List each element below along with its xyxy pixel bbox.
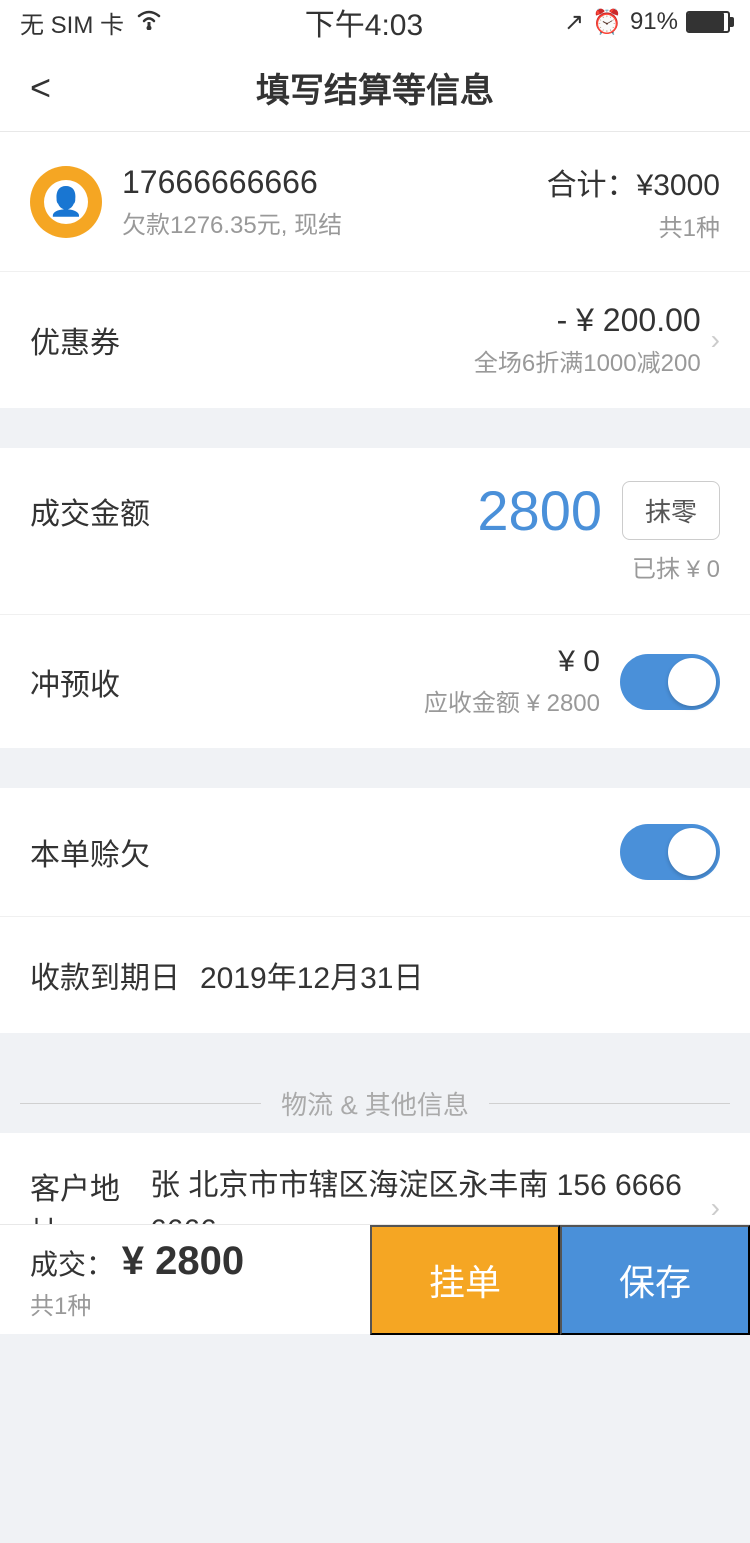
location-icon: ↗ <box>564 8 584 37</box>
person-icon: 👤 <box>49 185 84 218</box>
status-time: 下午4:03 <box>305 0 423 44</box>
round-button[interactable]: 抹零 <box>622 481 720 540</box>
duedate-label: 收款到期日 <box>30 953 180 997</box>
status-left: 无 SIM 卡 <box>20 5 164 40</box>
amount-label: 成交金额 <box>30 489 150 533</box>
section-separator-1 <box>0 428 750 448</box>
coupon-chevron-icon: › <box>711 324 720 356</box>
total-type: 共1种 <box>547 208 720 243</box>
divider-line-right <box>489 1103 730 1104</box>
duedate-row: 收款到期日 2019年12月31日 <box>30 953 720 997</box>
status-right: ↗ ⏰ 91% <box>564 8 730 37</box>
amount-sub: 已抹 ¥ 0 <box>30 549 720 584</box>
amount-right: 2800 抹零 <box>477 478 720 543</box>
coupon-discount: - ¥ 200.00 <box>474 302 701 339</box>
prepay-section: 冲预收 ¥ 0 应收金额 ¥ 2800 <box>0 614 750 748</box>
debit-label: 本单赊欠 <box>30 830 150 874</box>
wifi-icon <box>134 8 164 37</box>
toggle-knob <box>668 658 716 706</box>
save-button[interactable]: 保存 <box>560 1225 750 1335</box>
section-separator-3 <box>0 1053 750 1073</box>
footer-deal-label: 成交： <box>30 1249 114 1280</box>
no-sim-text: 无 SIM 卡 <box>20 5 124 40</box>
amount-row: 成交金额 2800 抹零 <box>30 478 720 543</box>
footer: 成交： ¥ 2800 共1种 挂单 保存 <box>0 1224 750 1334</box>
prepay-right: ¥ 0 应收金额 ¥ 2800 <box>424 645 720 718</box>
prepay-toggle[interactable] <box>620 654 720 710</box>
debit-card: 本单赊欠 收款到期日 2019年12月31日 <box>0 788 750 1033</box>
customer-total: 合计：¥3000 共1种 <box>547 160 720 243</box>
coupon-label: 优惠券 <box>30 318 474 362</box>
debit-row: 本单赊欠 <box>30 824 720 880</box>
prepay-sub: 应收金额 ¥ 2800 <box>424 683 600 718</box>
total-amount: 合计：¥3000 <box>547 160 720 204</box>
coupon-row[interactable]: 优惠券 - ¥ 200.00 全场6折满1000减200 › <box>0 271 750 408</box>
debit-toggle[interactable] <box>620 824 720 880</box>
amount-value: 2800 <box>477 478 602 543</box>
customer-card: 👤 17666666666 欠款1276.35元, 现结 合计：¥3000 共1… <box>0 132 750 408</box>
amount-card: 成交金额 2800 抹零 已抹 ¥ 0 冲预收 ¥ 0 应收金额 ¥ 2800 <box>0 448 750 748</box>
duedate-value: 2019年12月31日 <box>200 953 423 997</box>
customer-row: 👤 17666666666 欠款1276.35元, 现结 合计：¥3000 共1… <box>0 132 750 271</box>
nav-bar: < 填写结算等信息 <box>0 44 750 132</box>
prepay-label: 冲预收 <box>30 660 120 704</box>
back-button[interactable]: < <box>30 67 51 109</box>
avatar-icon: 👤 <box>44 180 88 224</box>
customer-sub: 欠款1276.35元, 现结 <box>122 205 547 240</box>
page-title: 填写结算等信息 <box>256 63 494 112</box>
avatar: 👤 <box>30 166 102 238</box>
battery-icon <box>686 11 730 33</box>
pending-button[interactable]: 挂单 <box>370 1225 560 1335</box>
address-chevron-icon: › <box>711 1192 720 1224</box>
debit-section: 本单赊欠 <box>0 788 750 916</box>
prepay-row: 冲预收 ¥ 0 应收金额 ¥ 2800 <box>30 645 720 718</box>
logistics-divider: 物流 & 其他信息 <box>0 1073 750 1133</box>
footer-count: 共1种 <box>30 1286 370 1321</box>
footer-deal: 成交： ¥ 2800 <box>30 1239 370 1284</box>
prepay-values: ¥ 0 应收金额 ¥ 2800 <box>424 645 600 718</box>
amount-section: 成交金额 2800 抹零 已抹 ¥ 0 <box>0 448 750 614</box>
coupon-right-block: - ¥ 200.00 全场6折满1000减200 <box>474 302 701 378</box>
prepay-amount: ¥ 0 <box>424 645 600 679</box>
customer-phone: 17666666666 <box>122 164 547 201</box>
divider-line-left <box>20 1103 261 1104</box>
duedate-section: 收款到期日 2019年12月31日 <box>0 916 750 1033</box>
status-bar: 无 SIM 卡 下午4:03 ↗ ⏰ 91% <box>0 0 750 44</box>
divider-text: 物流 & 其他信息 <box>281 1085 469 1122</box>
customer-info: 17666666666 欠款1276.35元, 现结 <box>122 164 547 240</box>
section-separator-2 <box>0 768 750 788</box>
debit-toggle-knob <box>668 828 716 876</box>
footer-deal-amount: ¥ 2800 <box>122 1239 244 1283</box>
alarm-icon: ⏰ <box>592 8 622 37</box>
coupon-desc: 全场6折满1000减200 <box>474 343 701 378</box>
battery-percent: 91% <box>630 8 678 36</box>
footer-info: 成交： ¥ 2800 共1种 <box>0 1239 370 1321</box>
